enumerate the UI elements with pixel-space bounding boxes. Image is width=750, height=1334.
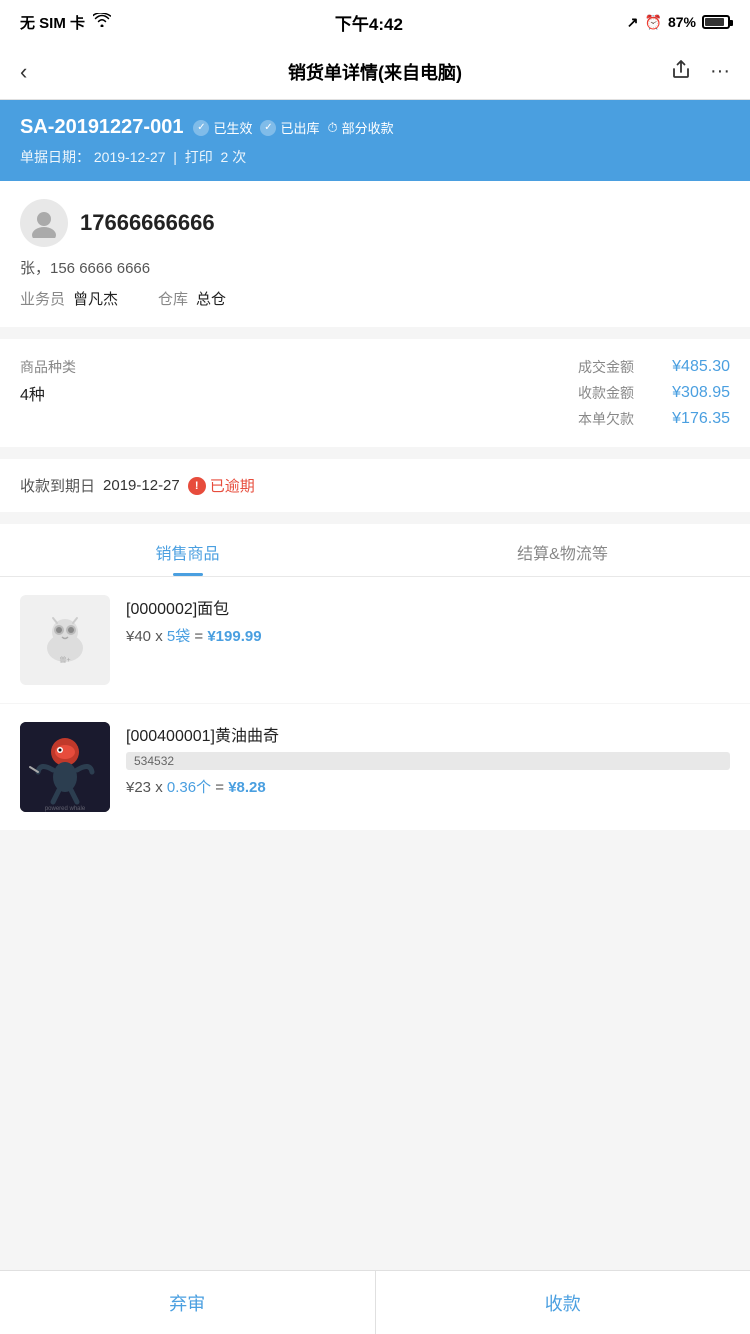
product-types: 商品种类 4种: [20, 357, 76, 405]
overdue-text: 已逾期: [210, 475, 255, 496]
product-item: 兽+ [0000002]面包 ¥40 x 5袋 = ¥199.99: [0, 577, 750, 703]
received-amount: 收款金额 ¥308.95: [578, 383, 730, 403]
product-price-1: ¥40 x 5袋 = ¥199.99: [126, 625, 730, 646]
owed-amount: 本单欠款 ¥176.35: [578, 409, 730, 429]
collect-payment-button[interactable]: 收款: [376, 1271, 750, 1334]
customer-sub-info: 张，156 6666 6666: [20, 257, 730, 278]
warehouse-info: 仓库 总仓: [158, 288, 226, 309]
product-info-2: [000400001]黄油曲奇 534532 ¥23 x 0.36个 = ¥8.…: [126, 722, 730, 797]
product-name-1: [0000002]面包: [126, 595, 730, 619]
back-button[interactable]: ‹: [20, 59, 60, 85]
staff-name: 曾凡杰: [73, 288, 118, 309]
tabs-section: 销售商品 结算&物流等: [0, 524, 750, 577]
badge-partial: ⏱ 部分收款: [328, 118, 394, 137]
customer-avatar: [20, 199, 68, 247]
status-time: 下午4:42: [335, 10, 403, 35]
status-badges: ✓ 已生效 ✓ 已出库 ⏱ 部分收款: [193, 118, 393, 137]
order-date: 单据日期： 2019-12-27 | 打印 2 次: [20, 147, 730, 167]
status-left: 无 SIM 卡: [20, 12, 111, 33]
customer-top: 17666666666: [20, 199, 730, 247]
product-tag-2: 534532: [126, 752, 730, 770]
share-icon[interactable]: [670, 58, 692, 86]
due-date-section: 收款到期日 2019-12-27 ! 已逾期: [0, 459, 750, 512]
staff-info: 业务员 曾凡杰: [20, 288, 118, 309]
product-name-2: [000400001]黄油曲奇: [126, 722, 730, 746]
product-price-2: ¥23 x 0.36个 = ¥8.28: [126, 776, 730, 797]
tabs-row: 销售商品 结算&物流等: [0, 524, 750, 576]
customer-section: 17666666666 张，156 6666 6666 业务员 曾凡杰 仓库 总…: [0, 181, 750, 327]
clock-icon: ⏱: [328, 120, 338, 136]
deal-amount: 成交金额 ¥485.30: [578, 357, 730, 377]
svg-text:兽+: 兽+: [59, 655, 70, 664]
warehouse-name: 总仓: [196, 288, 226, 309]
check-icon-1: ✓: [193, 120, 209, 136]
carrier-label: 无 SIM 卡: [20, 12, 85, 33]
tab-products[interactable]: 销售商品: [0, 524, 375, 576]
location-icon: ↗: [627, 14, 639, 31]
svg-text:powered whale: powered whale: [45, 806, 86, 812]
wifi-icon: [93, 13, 111, 31]
battery-percent: 87%: [668, 14, 696, 30]
status-right: ↗ ⏰ 87%: [627, 14, 730, 31]
product-thumb-2: powered whale: [20, 722, 110, 812]
alarm-icon: ⏰: [645, 14, 662, 31]
overdue-badge: ! 已逾期: [188, 475, 255, 496]
product-info-1: [0000002]面包 ¥40 x 5袋 = ¥199.99: [126, 595, 730, 646]
amounts-right: 成交金额 ¥485.30 收款金额 ¥308.95 本单欠款 ¥176.35: [578, 357, 730, 429]
badge-shipped: ✓ 已出库: [260, 118, 319, 137]
product-thumb-1: 兽+: [20, 595, 110, 685]
check-icon-2: ✓: [260, 120, 276, 136]
customer-details: 业务员 曾凡杰 仓库 总仓: [20, 288, 730, 309]
cancel-review-button[interactable]: 弃审: [0, 1271, 376, 1334]
more-icon[interactable]: ···: [710, 60, 730, 83]
nav-title: 销货单详情(来自电脑): [288, 59, 462, 85]
nav-bar: ‹ 销货单详情(来自电脑) ···: [0, 44, 750, 100]
customer-name: 17666666666: [80, 210, 215, 236]
nav-actions: ···: [670, 58, 730, 86]
bottom-bar: 弃审 收款: [0, 1270, 750, 1334]
order-id: SA-20191227-001: [20, 116, 183, 139]
overdue-icon: !: [188, 477, 206, 495]
battery-icon: [702, 15, 730, 29]
products-list: 兽+ [0000002]面包 ¥40 x 5袋 = ¥199.99: [0, 577, 750, 830]
product-item-2: powered whale [000400001]黄油曲奇 534532 ¥23…: [0, 704, 750, 830]
tab-settlement[interactable]: 结算&物流等: [375, 524, 750, 576]
status-bar: 无 SIM 卡 下午4:42 ↗ ⏰ 87%: [0, 0, 750, 44]
amounts-section: 商品种类 4种 成交金额 ¥485.30 收款金额 ¥308.95 本单欠款 ¥…: [0, 339, 750, 447]
badge-effective: ✓ 已生效: [193, 118, 252, 137]
order-header: SA-20191227-001 ✓ 已生效 ✓ 已出库 ⏱ 部分收款 单据日期：…: [0, 100, 750, 181]
